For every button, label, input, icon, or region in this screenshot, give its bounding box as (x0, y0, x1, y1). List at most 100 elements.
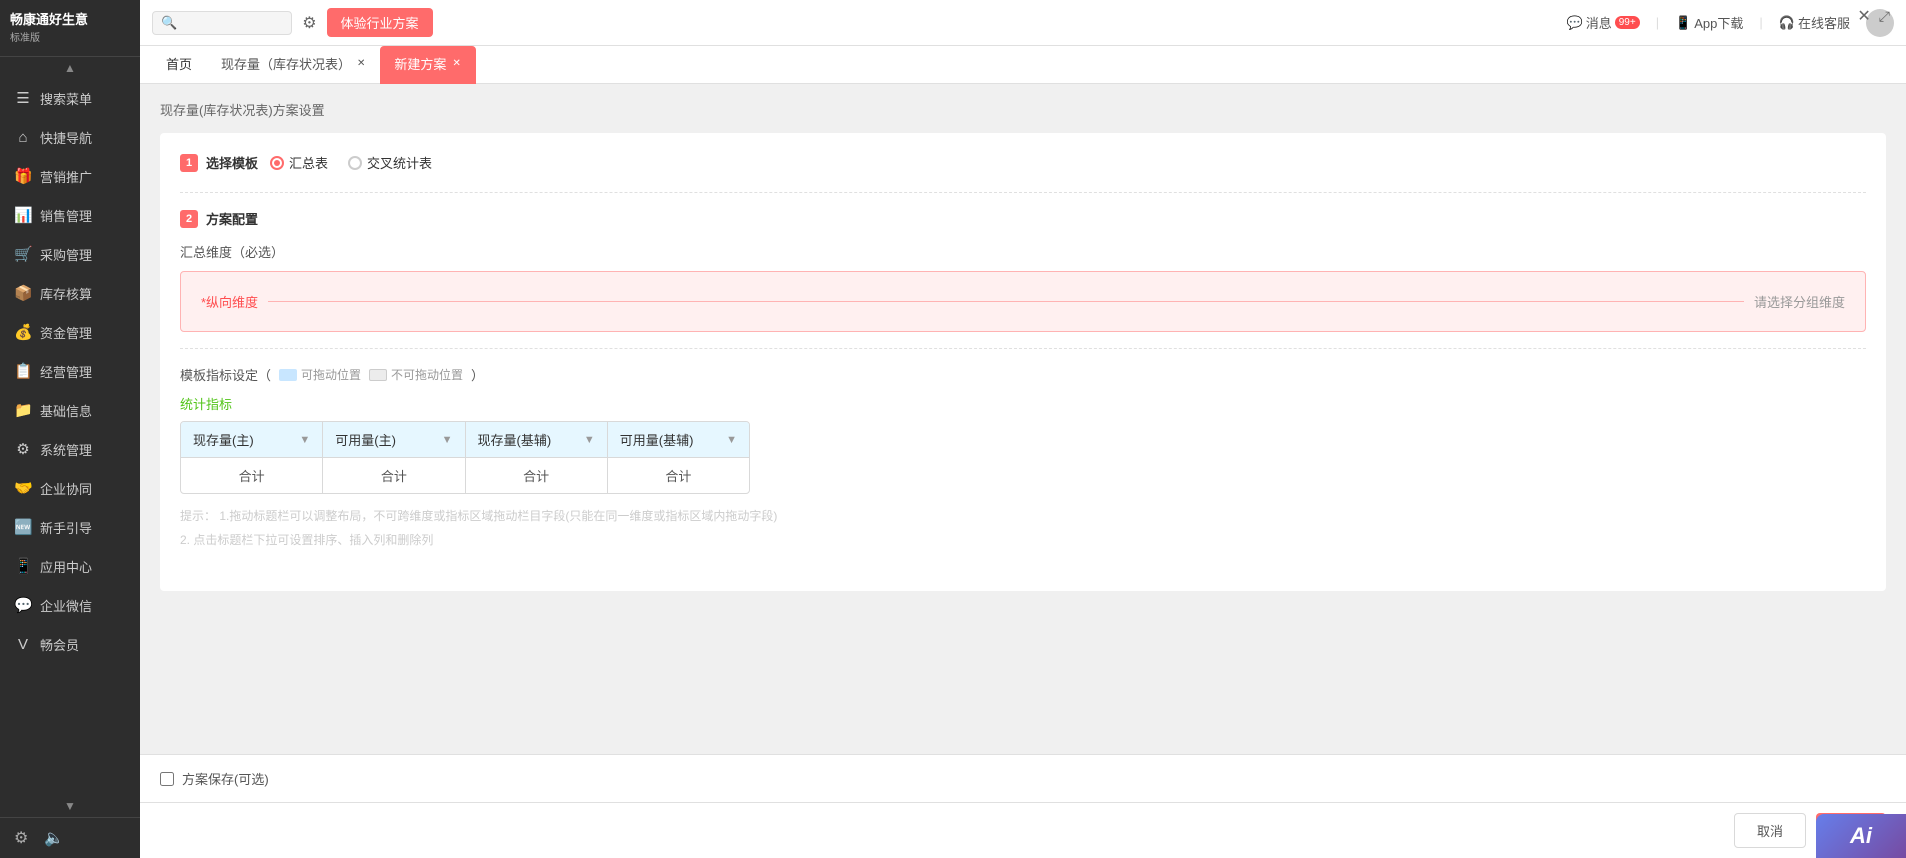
sidebar-item-marketing[interactable]: 🎁营销推广 (0, 157, 140, 196)
col-label-0: 现存量(主) (193, 430, 254, 449)
stats-cell-3: 合计 (608, 458, 749, 493)
modal-top-actions: ✕ ⤢ (1857, 6, 1890, 26)
sound-icon[interactable]: 🔈 (44, 828, 64, 848)
notification-badge: 99+ (1615, 16, 1640, 29)
modal-expand-button[interactable]: ⤢ (1879, 8, 1890, 25)
stats-table: 现存量(主)▼可用量(主)▼现存量(基辅)▼可用量(基辅)▼ 合计合计合计合计 (180, 421, 750, 494)
notification-link[interactable]: 💬 消息 99+ (1567, 13, 1640, 32)
sidebar-item-quicknav[interactable]: ⌂快捷导航 (0, 118, 140, 157)
sidebar-item-system[interactable]: ⚙系统管理 (0, 430, 140, 469)
settings-card: 1 选择模板 汇总表 交叉统计表 (160, 133, 1886, 591)
sidebar-scroll-up[interactable]: ▲ (0, 57, 140, 79)
member-icon: V (14, 636, 32, 653)
stats-col-header-3[interactable]: 可用量(基辅) ▼ (608, 422, 749, 457)
sidebar-item-operation[interactable]: 📋经营管理 (0, 352, 140, 391)
step2-section: 2 方案配置 汇总维度（必选） *纵向维度 请选择分组维度 (180, 209, 1866, 551)
sidebar-item-basic[interactable]: 📁基础信息 (0, 391, 140, 430)
sidebar-item-sales[interactable]: 📊 销售管理 (0, 196, 140, 235)
tab-home[interactable]: 首页 (152, 46, 207, 84)
col-chevron-2[interactable]: ▼ (584, 434, 595, 446)
radio-summary[interactable]: 汇总表 (270, 153, 328, 172)
marketing-icon: 🎁 (14, 167, 32, 185)
tip-line-1: 提示： 1.拖动标题栏可以调整布局，不可跨维度或指标区域拖动栏目字段(只能在同一… (180, 506, 1866, 528)
template-radio-group: 汇总表 交叉统计表 (270, 153, 432, 172)
step2-number: 2 (180, 210, 198, 228)
save-checkbox[interactable] (160, 772, 174, 786)
tab-inventory-label: 现存量（库存状况表） (221, 54, 351, 73)
step1-header: 1 选择模板 汇总表 交叉统计表 (180, 153, 1866, 172)
radio-cross-label: 交叉统计表 (367, 153, 432, 172)
step1-number: 1 (180, 154, 198, 172)
topbar: 🔍 ⚙ 体验行业方案 💬 消息 99+ | 📱 App下载 | 🎧 在线客服 (140, 0, 1906, 46)
col-label-3: 可用量(基辅) (620, 430, 694, 449)
settings-gear-icon[interactable]: ⚙ (302, 13, 316, 33)
action-bar: 取消 查询 (140, 802, 1906, 858)
main-area: 🔍 ⚙ 体验行业方案 💬 消息 99+ | 📱 App下载 | 🎧 在线客服 (140, 0, 1906, 858)
col-chevron-3[interactable]: ▼ (726, 434, 737, 446)
sidebar: 畅康通好生意 标准版 ▲ ☰搜索菜单⌂快捷导航🎁营销推广 📊 销售管理 🛒 采购管理 📦库… (0, 0, 140, 858)
step1-section: 1 选择模板 汇总表 交叉统计表 (180, 153, 1866, 172)
sidebar-item-wechat[interactable]: 💬企业微信 (0, 586, 140, 625)
cancel-button[interactable]: 取消 (1734, 813, 1806, 848)
step2-title: 方案配置 (206, 209, 258, 228)
legend-draggable-box (279, 369, 297, 381)
basic-icon: 📁 (14, 401, 32, 419)
sidebar-label-system: 系统管理 (40, 440, 92, 459)
tab-new-plan[interactable]: 新建方案 ✕ (380, 46, 475, 84)
purchase-icon: 🛒 (14, 245, 32, 263)
dimension-box: *纵向维度 请选择分组维度 (180, 271, 1866, 332)
radio-cross[interactable]: 交叉统计表 (348, 153, 432, 172)
search-icon: 🔍 (161, 15, 177, 31)
search-box[interactable]: 🔍 (152, 11, 292, 35)
sidebar-label-newguide: 新手引导 (40, 518, 92, 537)
sidebar-item-purchase[interactable]: 🛒 采购管理 (0, 235, 140, 274)
sidebar-item-search[interactable]: ☰搜索菜单 (0, 79, 140, 118)
step1-title: 选择模板 (206, 153, 258, 172)
stats-col-header-2[interactable]: 现存量(基辅)▼ (466, 422, 608, 457)
divider-2 (180, 348, 1866, 349)
sidebar-label-purchase: 采购管理 (40, 245, 92, 264)
legend-non-draggable-box (369, 369, 387, 381)
modal-close-button[interactable]: ✕ (1857, 6, 1870, 26)
app-download-link[interactable]: 📱 App下载 (1675, 13, 1743, 32)
dimension-required-label: 汇总维度（必选） (180, 242, 1866, 261)
stats-table-header: 现存量(主)▼可用量(主)▼现存量(基辅)▼可用量(基辅)▼ (181, 422, 749, 457)
settings-icon[interactable]: ⚙ (14, 828, 28, 848)
separator-2: | (1759, 15, 1762, 30)
sidebar-label-operation: 经营管理 (40, 362, 92, 381)
stats-col-header-1[interactable]: 可用量(主)▼ (323, 422, 465, 457)
radio-summary-dot (270, 156, 284, 170)
ai-badge[interactable]: Ai (1816, 814, 1906, 858)
sidebar-item-collab[interactable]: 🤝 企业协同 (0, 469, 140, 508)
sidebar-label-collab: 企业协同 (40, 479, 92, 498)
tab-inventory-status[interactable]: 现存量（库存状况表） ✕ (207, 46, 380, 84)
search-input[interactable] (183, 16, 283, 30)
col-chevron-0[interactable]: ▼ (299, 434, 310, 446)
collab-icon: 🤝 (14, 479, 32, 497)
col-chevron-1[interactable]: ▼ (442, 434, 453, 446)
app-name: 畅康通好生意 (10, 12, 130, 29)
stats-col-header-0[interactable]: 现存量(主) ▼ (181, 422, 323, 457)
dimension-line (268, 301, 1744, 302)
tab-inventory-close-icon[interactable]: ✕ (357, 58, 365, 69)
sidebar-logo: 畅康通好生意 标准版 (0, 0, 140, 57)
sidebar-scroll-down[interactable]: ▼ (0, 795, 140, 817)
sidebar-label-finance: 资金管理 (40, 323, 92, 342)
sidebar-item-newguide[interactable]: 🆕新手引导 (0, 508, 140, 547)
sidebar-item-member[interactable]: V畅会员 (0, 625, 140, 664)
topbar-right: 💬 消息 99+ | 📱 App下载 | 🎧 在线客服 (1567, 9, 1894, 37)
sidebar-item-apps[interactable]: 📱应用中心 (0, 547, 140, 586)
online-service-link[interactable]: 🎧 在线客服 (1779, 13, 1850, 32)
sales-icon: 📊 (14, 206, 32, 224)
save-row: 方案保存(可选) (140, 754, 1906, 802)
separator-1: | (1656, 15, 1659, 30)
tab-new-plan-close-icon[interactable]: ✕ (452, 58, 460, 69)
sidebar-item-inventory[interactable]: 📦库存核算 (0, 274, 140, 313)
legend-draggable: 可拖动位置 (279, 366, 361, 383)
indicators-label-prefix: 模板指标设定（ (180, 365, 271, 384)
dimension-placeholder: 请选择分组维度 (1754, 292, 1845, 311)
sidebar-item-finance[interactable]: 💰资金管理 (0, 313, 140, 352)
industry-plan-button[interactable]: 体验行业方案 (327, 8, 433, 37)
sidebar-label-sales: 销售管理 (40, 206, 92, 225)
tab-home-label: 首页 (166, 54, 192, 73)
